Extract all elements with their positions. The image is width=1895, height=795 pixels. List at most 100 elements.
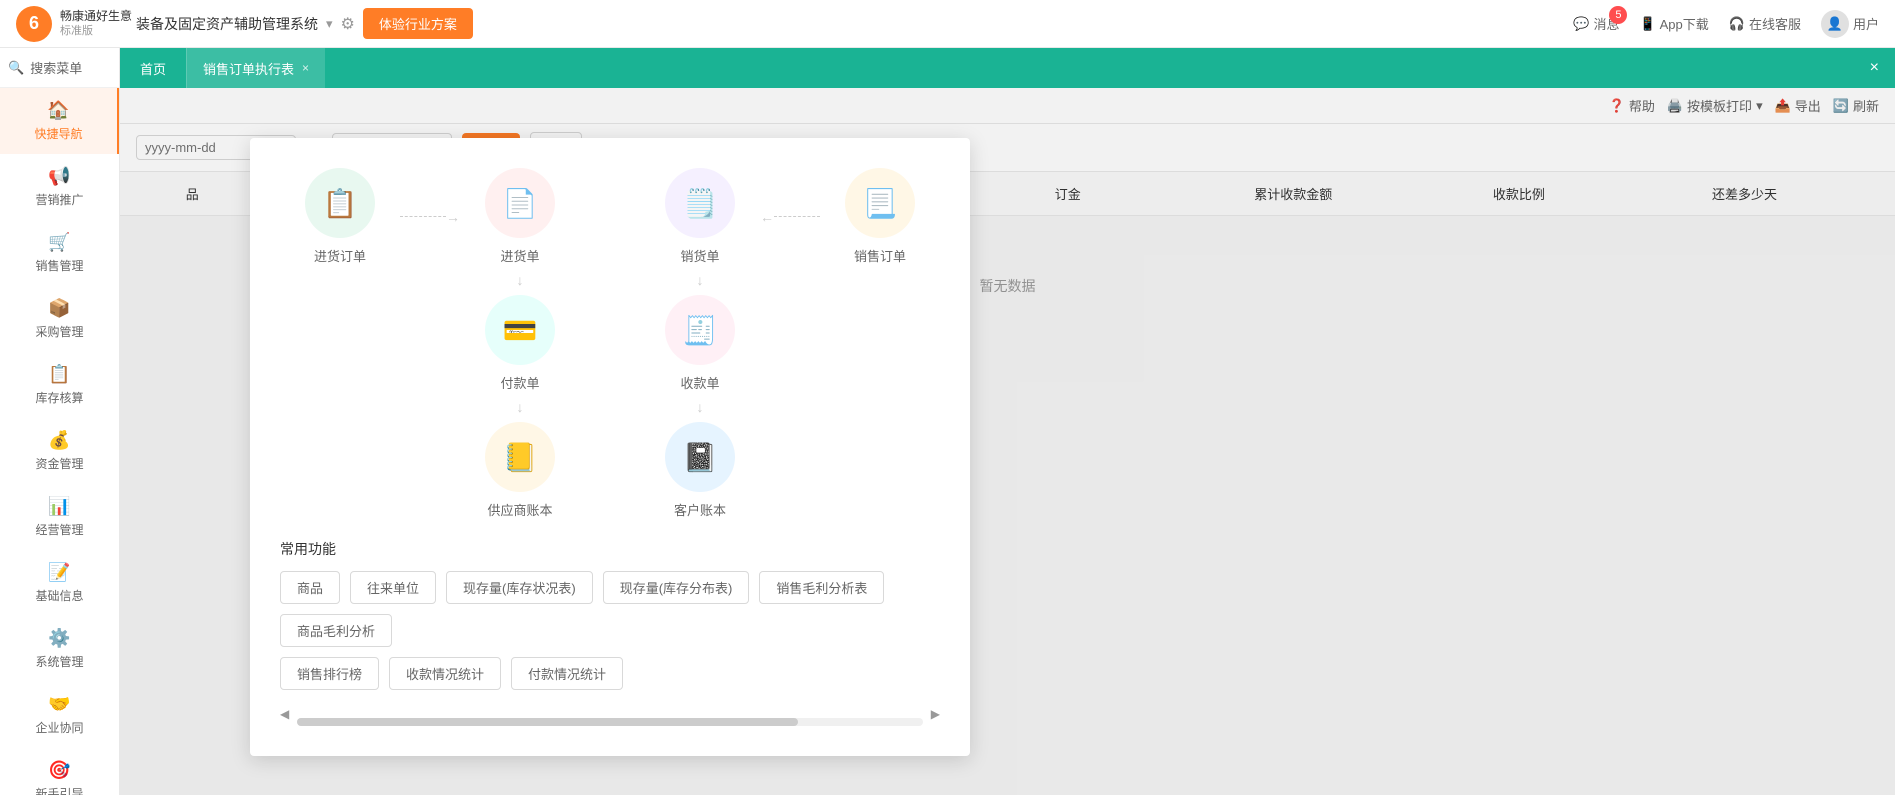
func-btn-5[interactable]: 商品毛利分析 xyxy=(280,614,392,647)
sidebar-item-finance[interactable]: 💰 资金管理 xyxy=(0,418,119,484)
tab-close-right[interactable]: × xyxy=(1854,59,1895,77)
function-buttons: 商品 往来单位 现存量(库存状况表) 现存量(库存分布表) 销售毛利分析表 商品… xyxy=(280,571,940,647)
sidebar-label-system: 系统管理 xyxy=(35,653,83,670)
arrow-down-purchase: ↓ xyxy=(517,272,524,288)
sale-bill-label: 销货单 xyxy=(680,246,719,265)
arrow-down-receipt: ↓ xyxy=(697,399,704,415)
sidebar-item-inventory[interactable]: 📋 库存核算 xyxy=(0,352,119,418)
node-supplier-ledger[interactable]: 📒 供应商账本 xyxy=(485,422,555,519)
purchase-icon: 📦 xyxy=(48,298,70,319)
user-label: 用户 xyxy=(1853,14,1879,33)
func-btn-7[interactable]: 收款情况统计 xyxy=(389,657,501,690)
node-purchase-bill[interactable]: 📄 进货单 xyxy=(485,168,555,265)
sidebar-item-guide[interactable]: 🎯 新手引导 xyxy=(0,748,119,795)
sidebar-item-marketing[interactable]: 📢 营销推广 xyxy=(0,154,119,220)
tab-sales-order-label: 销售订单执行表 xyxy=(203,59,294,78)
func-btn-2[interactable]: 现存量(库存状况表) xyxy=(446,571,593,604)
sidebar-item-basic[interactable]: 📝 基础信息 xyxy=(0,550,119,616)
sidebar-label-quick-nav: 快捷导航 xyxy=(34,125,82,142)
purchase-bill-icon: 📄 xyxy=(485,168,555,238)
sidebar-label-finance: 资金管理 xyxy=(35,455,83,472)
headset-icon: 🎧 xyxy=(1729,16,1745,32)
sidebar-item-cooperation[interactable]: 🤝 企业协同 xyxy=(0,682,119,748)
scroll-right-icon[interactable]: ▶ xyxy=(931,707,940,721)
node-receipt[interactable]: 🧾 收款单 xyxy=(665,295,735,392)
func-btn-0[interactable]: 商品 xyxy=(280,571,340,604)
sidebar-label-cooperation: 企业协同 xyxy=(35,719,83,736)
arrow-h3: ← xyxy=(760,209,820,225)
sidebar-item-system[interactable]: ⚙️ 系统管理 xyxy=(0,616,119,682)
sidebar-item-purchase[interactable]: 📦 采购管理 xyxy=(0,286,119,352)
sidebar-label-purchase: 采购管理 xyxy=(35,323,83,340)
guide-icon: 🎯 xyxy=(48,760,70,781)
home-icon: 🏠 xyxy=(47,100,69,121)
marketing-icon: 📢 xyxy=(48,166,70,187)
customer-ledger-label: 客户账本 xyxy=(674,500,726,519)
sales-icon: 🛒 xyxy=(48,232,70,253)
sidebar-label-marketing: 营销推广 xyxy=(35,191,83,208)
tab-close-icon[interactable]: × xyxy=(302,61,309,75)
logo-icon: 6 xyxy=(16,6,52,42)
sidebar-label-sales: 销售管理 xyxy=(35,257,83,274)
sidebar-label-basic: 基础信息 xyxy=(35,587,83,604)
func-btn-8[interactable]: 付款情况统计 xyxy=(511,657,623,690)
purchase-order-label: 进货订单 xyxy=(314,246,366,265)
purchase-bill-label: 进货单 xyxy=(500,246,539,265)
node-purchase-order[interactable]: 📋 进货订单 xyxy=(305,168,375,265)
func-btn-3[interactable]: 现存量(库存分布表) xyxy=(603,571,750,604)
tab-sales-order[interactable]: 销售订单执行表 × xyxy=(187,48,325,88)
search-icon: 🔍 xyxy=(8,60,24,76)
system-title: 装备及固定资产辅助管理系统 ▾ ⚙ 体验行业方案 xyxy=(136,8,1573,39)
system-icon: ⚙️ xyxy=(48,628,70,649)
sidebar-search[interactable]: 🔍 搜索菜单 xyxy=(0,48,119,88)
supplier-ledger-icon: 📒 xyxy=(485,422,555,492)
sale-order-label: 销售订单 xyxy=(854,246,906,265)
cooperation-icon: 🤝 xyxy=(48,694,70,715)
node-sale-order[interactable]: 📃 销售订单 xyxy=(845,168,915,265)
sidebar-item-sales[interactable]: 🛒 销售管理 xyxy=(0,220,119,286)
settings-gear-icon[interactable]: ⚙ xyxy=(341,14,355,34)
app-download-label: App下载 xyxy=(1660,14,1709,33)
arrow-h1: → xyxy=(400,209,460,225)
func-btn-1[interactable]: 往来单位 xyxy=(350,571,436,604)
finance-icon: 💰 xyxy=(48,430,70,451)
sidebar-item-operation[interactable]: 📊 经营管理 xyxy=(0,484,119,550)
sidebar: 🔍 搜索菜单 🏠 快捷导航 📢 营销推广 🛒 销售管理 📦 采购管理 📋 xyxy=(0,48,120,795)
inventory-icon: 📋 xyxy=(48,364,70,385)
system-name: 装备及固定资产辅助管理系统 xyxy=(136,14,318,34)
logo-text: 畅康通好生意 标准版 xyxy=(60,9,132,39)
message-badge: 5 xyxy=(1609,6,1627,24)
common-functions: 常用功能 商品 往来单位 现存量(库存状况表) 现存量(库存分布表) 销售毛利分… xyxy=(280,539,940,690)
common-functions-title: 常用功能 xyxy=(280,539,940,559)
popup-scrollbar[interactable] xyxy=(297,718,923,726)
receipt-icon: 🧾 xyxy=(665,295,735,365)
purchase-order-icon: 📋 xyxy=(305,168,375,238)
scroll-left-icon[interactable]: ◀ xyxy=(280,707,289,721)
popup: 📋 进货订单 → 📄 进货单 🗒️ xyxy=(250,138,970,756)
node-customer-ledger[interactable]: 📓 客户账本 xyxy=(665,422,735,519)
arrow-down-sale: ↓ xyxy=(697,272,704,288)
sale-bill-icon: 🗒️ xyxy=(665,168,735,238)
sale-order-icon: 📃 xyxy=(845,168,915,238)
payment-icon: 💳 xyxy=(485,295,555,365)
basic-icon: 📝 xyxy=(48,562,70,583)
user-action[interactable]: 👤 用户 xyxy=(1821,10,1879,38)
search-menu-label: 搜索菜单 xyxy=(30,58,82,77)
page-content: ❓ 帮助 🖨️ 按模板打印 ▾ 📤 导出 🔄 刷新 xyxy=(120,88,1895,795)
tab-bar: 首页 销售订单执行表 × × xyxy=(120,48,1895,88)
node-sale-bill[interactable]: 🗒️ 销货单 xyxy=(665,168,735,265)
online-service-action[interactable]: 🎧 在线客服 xyxy=(1729,14,1801,33)
phone-icon: 📱 xyxy=(1639,16,1655,32)
sidebar-item-quick-nav[interactable]: 🏠 快捷导航 xyxy=(0,88,119,154)
message-action[interactable]: 💬 消息 5 xyxy=(1573,14,1619,33)
function-buttons-row2: 销售排行榜 收款情况统计 付款情况统计 xyxy=(280,657,940,690)
node-payment[interactable]: 💳 付款单 xyxy=(485,295,555,392)
content-area: 首页 销售订单执行表 × × ❓ 帮助 🖨️ xyxy=(120,48,1895,795)
func-btn-4[interactable]: 销售毛利分析表 xyxy=(759,571,884,604)
customer-ledger-icon: 📓 xyxy=(665,422,735,492)
trial-button[interactable]: 体验行业方案 xyxy=(363,8,473,39)
func-btn-6[interactable]: 销售排行榜 xyxy=(280,657,379,690)
tab-home[interactable]: 首页 xyxy=(120,48,187,88)
app-download-action[interactable]: 📱 App下载 xyxy=(1639,14,1708,33)
system-dropdown-icon[interactable]: ▾ xyxy=(326,16,333,32)
